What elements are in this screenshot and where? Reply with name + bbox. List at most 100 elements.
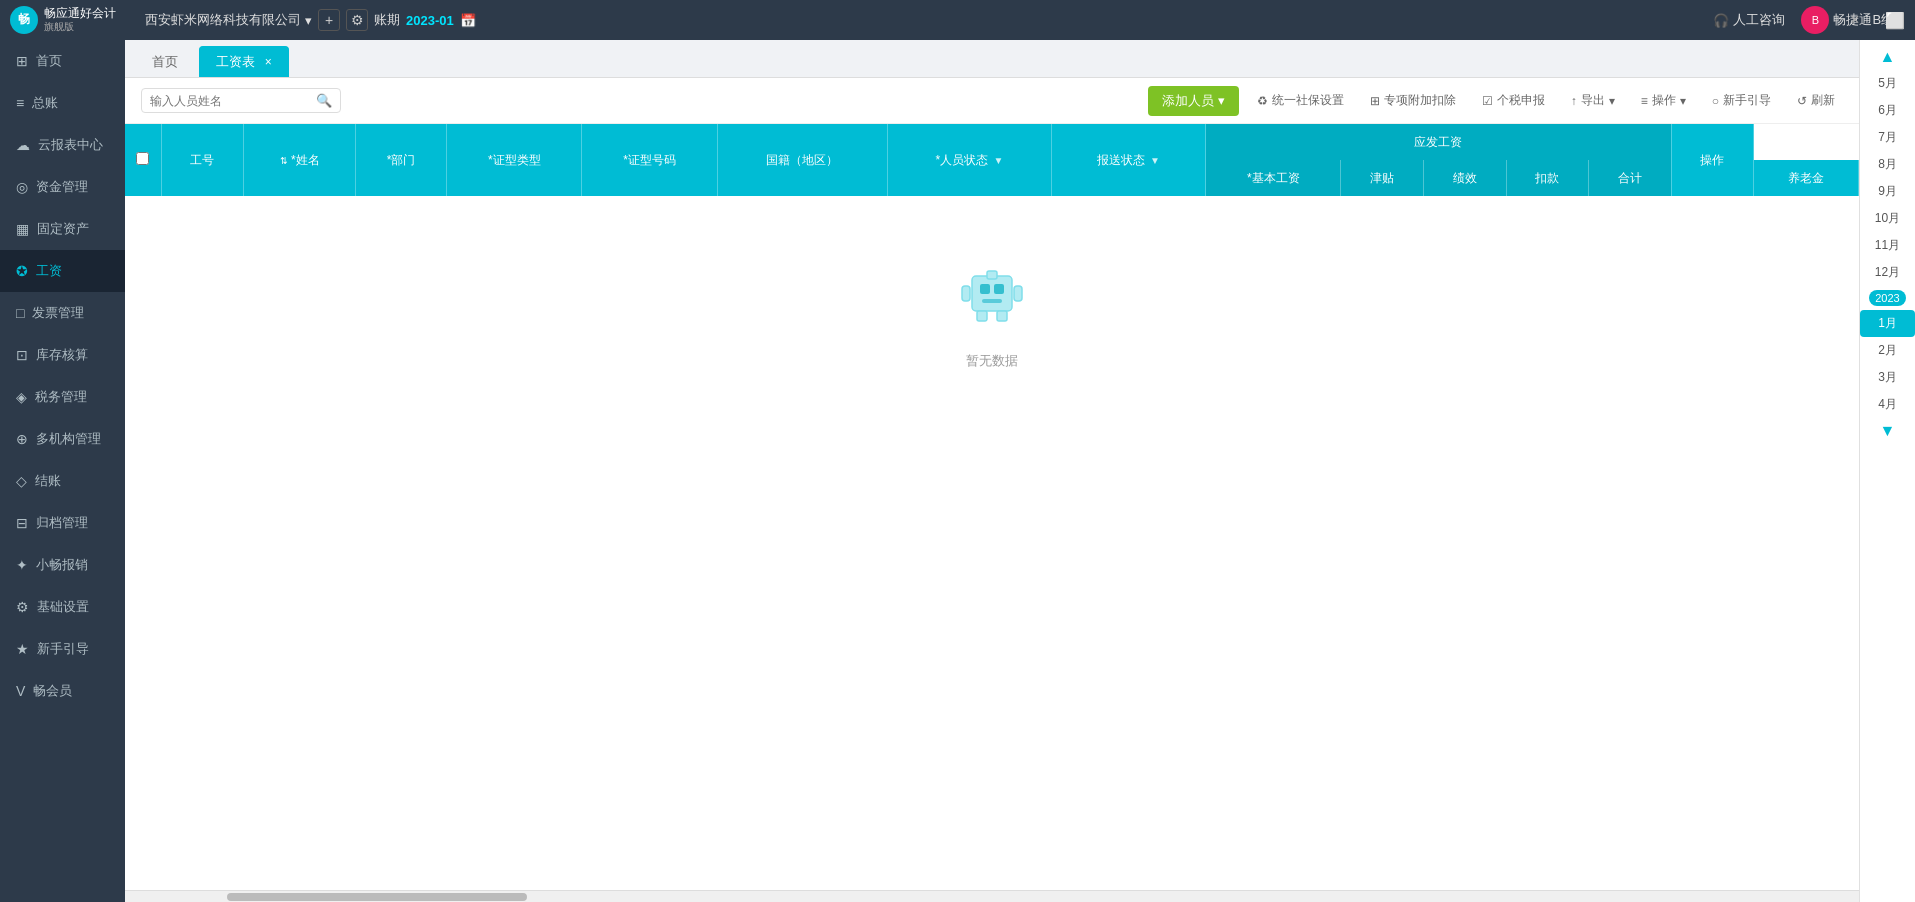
content-area: 首页 工资表 × 🔍 添加人员 ▾ ♻ 统一社保设置 (125, 40, 1859, 902)
sidebar-label-inventory: 库存核算 (36, 346, 88, 364)
svg-rect-6 (1014, 286, 1022, 301)
sidebar-item-archive[interactable]: ⊟ 归档管理 (0, 502, 125, 544)
add-person-button[interactable]: 添加人员 ▾ (1148, 86, 1239, 116)
panel-month-11[interactable]: 11月 (1860, 232, 1915, 259)
sidebar-item-member[interactable]: V 畅会员 (0, 670, 125, 712)
sidebar-item-home[interactable]: ⊞ 首页 (0, 40, 125, 82)
panel-month-5[interactable]: 5月 (1860, 70, 1915, 97)
app-logo-icon: 畅 (10, 6, 38, 34)
sidebar-item-closing[interactable]: ◇ 结账 (0, 460, 125, 502)
sidebar-item-assets[interactable]: ▦ 固定资产 (0, 208, 125, 250)
period-label: 账期 (374, 11, 400, 29)
search-wrap[interactable]: 🔍 (141, 88, 341, 113)
guide-toolbar-label: 新手引导 (1723, 92, 1771, 109)
year-label: 2023 (1869, 290, 1905, 306)
sidebar: ⊞ 首页 ≡ 总账 ☁ 云报表中心 ◎ 资金管理 ▦ 固定资产 ✪ 工资 □ 发… (0, 40, 125, 902)
search-input[interactable] (150, 94, 310, 108)
checkbox-column-header[interactable] (125, 124, 161, 196)
status-filter-icon[interactable]: ▼ (993, 155, 1003, 166)
sidebar-label-guide: 新手引导 (37, 640, 89, 658)
expense-icon: ✦ (16, 557, 28, 573)
sidebar-label-settings: 基础设置 (37, 598, 89, 616)
sidebar-label-ledger: 总账 (32, 94, 58, 112)
deduction-icon: ⊞ (1370, 94, 1380, 108)
tab-home-label: 首页 (152, 54, 178, 69)
sidebar-label-archive: 归档管理 (36, 514, 88, 532)
export-dropdown-icon: ▾ (1609, 94, 1615, 108)
svg-rect-1 (980, 284, 990, 294)
add-company-button[interactable]: + (318, 9, 340, 31)
panel-month-7[interactable]: 7月 (1860, 124, 1915, 151)
company-selector[interactable]: 西安虾米网络科技有限公司 ▾ (145, 11, 312, 29)
tab-salary-table[interactable]: 工资表 × (199, 46, 289, 77)
period-value[interactable]: 2023-01 (406, 13, 454, 28)
sidebar-item-tax[interactable]: ◈ 税务管理 (0, 376, 125, 418)
scroll-thumb[interactable] (227, 893, 527, 901)
sidebar-item-settings[interactable]: ⚙ 基础设置 (0, 586, 125, 628)
sidebar-item-guide[interactable]: ★ 新手引导 (0, 628, 125, 670)
sidebar-label-invoice: 发票管理 (32, 304, 84, 322)
panel-scroll-down[interactable]: ▼ (1876, 418, 1900, 444)
svg-rect-8 (997, 311, 1007, 321)
toolbar-right: 添加人员 ▾ ♻ 统一社保设置 ⊞ 专项附加扣除 ☑ 个税申报 ↑ 导出 (1148, 86, 1843, 116)
sidebar-item-invoice[interactable]: □ 发票管理 (0, 292, 125, 334)
panel-scroll-up[interactable]: ▲ (1876, 44, 1900, 70)
operations-icon: ≡ (1641, 94, 1648, 108)
sidebar-label-home: 首页 (36, 52, 62, 70)
sidebar-item-cloud-report[interactable]: ☁ 云报表中心 (0, 124, 125, 166)
social-security-button[interactable]: ♻ 统一社保设置 (1249, 88, 1352, 113)
salary-table: 工号 ⇅ *姓名 *部门 *证型类型 *证型号码 国籍（地区） *人员状态 ▼ … (125, 124, 1859, 196)
sidebar-label-multi-org: 多机构管理 (36, 430, 101, 448)
sidebar-label-closing: 结账 (35, 472, 61, 490)
sidebar-item-fund[interactable]: ◎ 资金管理 (0, 166, 125, 208)
svg-rect-0 (972, 276, 1012, 311)
deduction-button[interactable]: ⊞ 专项附加扣除 (1362, 88, 1464, 113)
window-maximize-button[interactable]: ⬜ (1875, 0, 1915, 40)
guide-button[interactable]: ○ 新手引导 (1704, 88, 1779, 113)
panel-month-9[interactable]: 9月 (1860, 178, 1915, 205)
panel-month-2[interactable]: 2月 (1860, 337, 1915, 364)
panel-month-3[interactable]: 3月 (1860, 364, 1915, 391)
panel-month-1[interactable]: 1月 (1860, 310, 1915, 337)
chevron-down-icon: ▾ (305, 13, 312, 28)
archive-icon: ⊟ (16, 515, 28, 531)
export-button[interactable]: ↑ 导出 ▾ (1563, 88, 1623, 113)
th-name: ⇅ *姓名 (244, 124, 356, 196)
sidebar-label-member: 畅会员 (33, 682, 72, 700)
sidebar-label-cloud-report: 云报表中心 (38, 136, 103, 154)
refresh-label: 刷新 (1811, 92, 1835, 109)
settings-icon[interactable]: ⚙ (346, 9, 368, 31)
operations-dropdown-icon: ▾ (1680, 94, 1686, 108)
home-icon: ⊞ (16, 53, 28, 69)
cloud-icon: ☁ (16, 137, 30, 153)
sidebar-item-multi-org[interactable]: ⊕ 多机构管理 (0, 418, 125, 460)
help-button[interactable]: 🎧 人工咨询 (1713, 11, 1785, 29)
member-icon: V (16, 683, 25, 699)
panel-month-4[interactable]: 4月 (1860, 391, 1915, 418)
refresh-button[interactable]: ↺ 刷新 (1789, 88, 1843, 113)
tab-close-icon[interactable]: × (265, 55, 272, 69)
th-employee-no: 工号 (161, 124, 244, 196)
sidebar-item-expense[interactable]: ✦ 小畅报销 (0, 544, 125, 586)
panel-month-10[interactable]: 10月 (1860, 205, 1915, 232)
sidebar-item-ledger[interactable]: ≡ 总账 (0, 82, 125, 124)
tax-report-button[interactable]: ☑ 个税申报 (1474, 88, 1553, 113)
panel-month-8[interactable]: 8月 (1860, 151, 1915, 178)
sidebar-item-inventory[interactable]: ⊡ 库存核算 (0, 334, 125, 376)
social-security-icon: ♻ (1257, 94, 1268, 108)
window-close-button[interactable]: × (1835, 0, 1875, 40)
panel-month-6[interactable]: 6月 (1860, 97, 1915, 124)
sidebar-item-salary[interactable]: ✪ 工资 (0, 250, 125, 292)
search-icon: 🔍 (316, 93, 332, 108)
report-status-filter-icon[interactable]: ▼ (1150, 155, 1160, 166)
operations-button[interactable]: ≡ 操作 ▾ (1633, 88, 1694, 113)
tab-home[interactable]: 首页 (135, 46, 195, 77)
panel-month-12[interactable]: 12月 (1860, 259, 1915, 286)
svg-rect-2 (994, 284, 1004, 294)
th-total: 合计 (1589, 160, 1672, 196)
select-all-checkbox[interactable] (136, 152, 149, 165)
horizontal-scrollbar[interactable] (125, 890, 1859, 902)
operations-label: 操作 (1652, 92, 1676, 109)
table-wrap: 工号 ⇅ *姓名 *部门 *证型类型 *证型号码 国籍（地区） *人员状态 ▼ … (125, 124, 1859, 890)
calendar-icon[interactable]: 📅 (460, 13, 476, 28)
